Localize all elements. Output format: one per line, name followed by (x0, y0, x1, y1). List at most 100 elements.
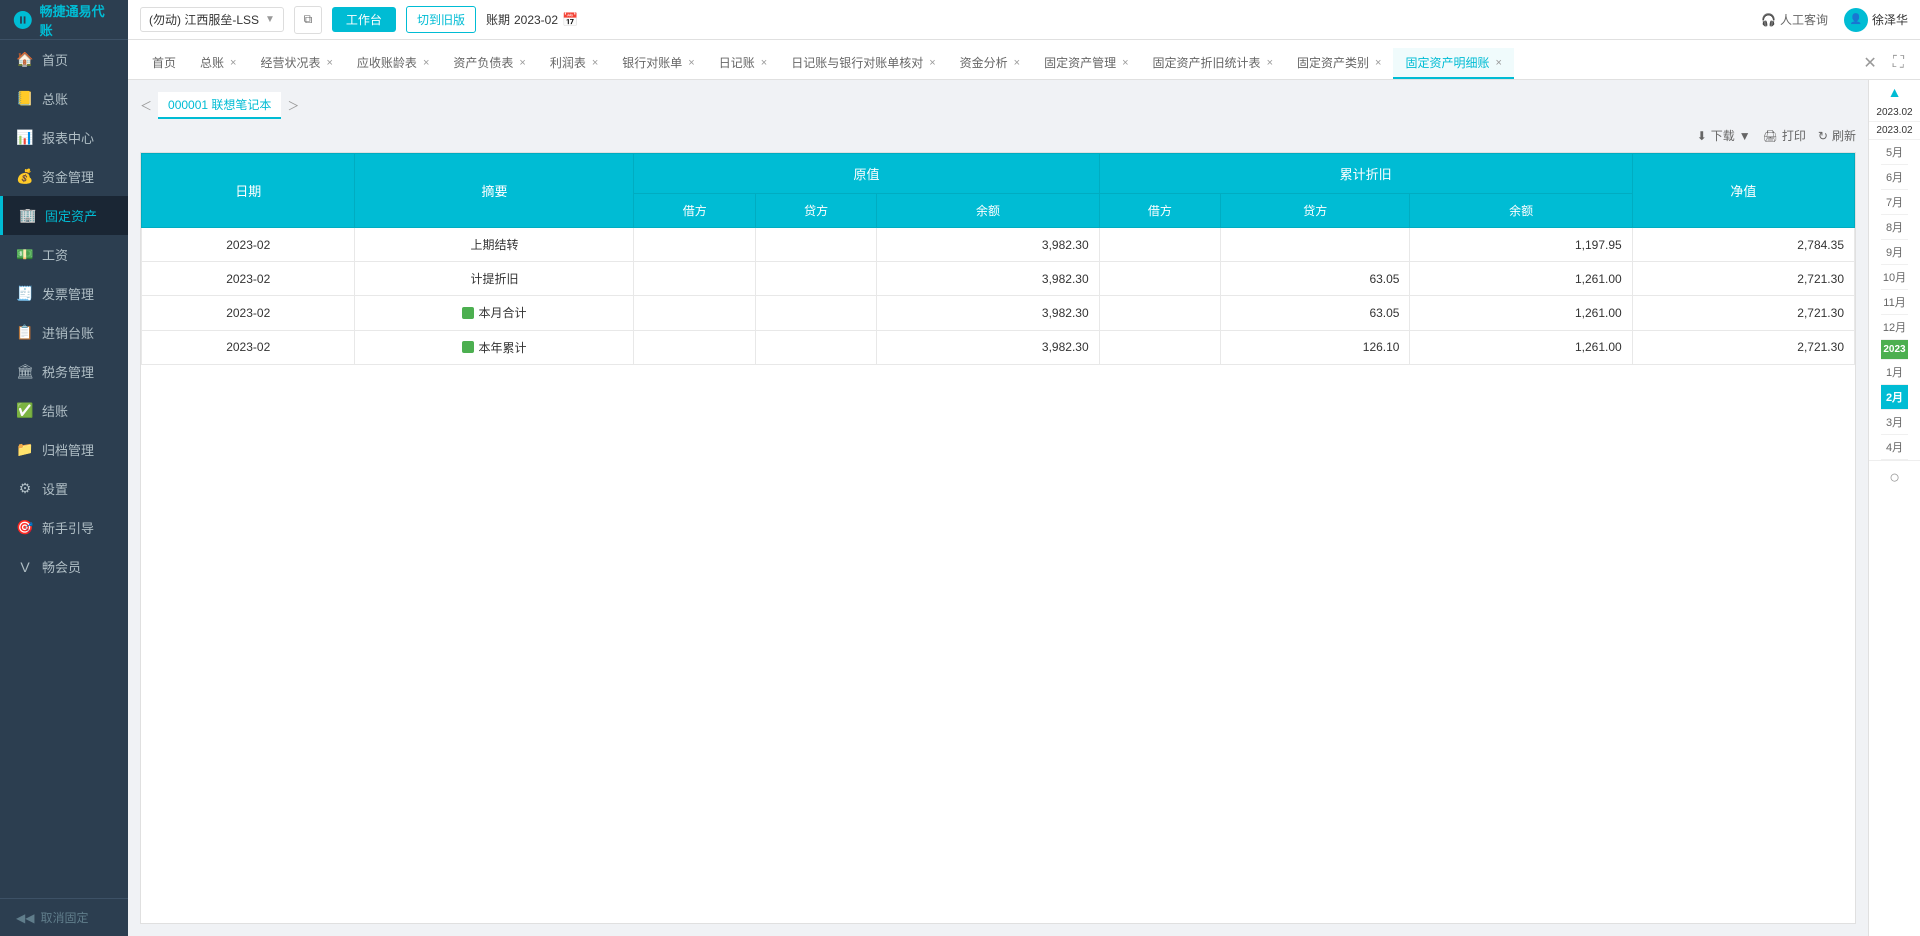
sidebar-item-工资[interactable]: 💵 工资 (0, 235, 128, 274)
tab-close-icon[interactable]: × (929, 57, 935, 69)
th-date: 日期 (142, 154, 355, 228)
tab-label: 资金分析 (960, 54, 1008, 71)
maximize-tab-icon[interactable]: ⛶ (1889, 52, 1908, 74)
timeline-month-item[interactable]: 1月 (1881, 360, 1908, 385)
sidebar-item-报表中心[interactable]: 📊 报表中心 (0, 118, 128, 157)
tab-close-icon[interactable]: × (423, 57, 429, 69)
cell-yuanzhi-balance: 3,982.30 (877, 296, 1099, 331)
download-button[interactable]: ⬇ 下载 ▼ (1697, 127, 1751, 144)
tab-close-icon[interactable]: × (1014, 57, 1020, 69)
sidebar-item-归档管理[interactable]: 📁 归档管理 (0, 430, 128, 469)
tab-首页[interactable]: 首页 (140, 48, 188, 79)
tab-资金分析[interactable]: 资金分析 × (948, 48, 1032, 79)
cell-leiji-balance: 1,261.00 (1410, 296, 1632, 331)
timeline-month-item[interactable]: 6月 (1881, 165, 1908, 190)
cell-yuanzhi-credit (755, 330, 876, 365)
tab-label: 日记账 (719, 54, 755, 71)
cell-yuanzhi-balance: 3,982.30 (877, 228, 1099, 262)
tab-经营状况表[interactable]: 经营状况表 × (248, 48, 344, 79)
timeline-month-item[interactable]: 9月 (1881, 240, 1908, 265)
print-button[interactable]: 🖨 打印 (1763, 127, 1806, 144)
sidebar-label: 畅会员 (42, 557, 81, 576)
user-name: 徐泽华 (1872, 11, 1908, 28)
tab-close-icon[interactable]: × (1495, 57, 1501, 69)
sidebar-unpin-btn[interactable]: ◀◀ 取消固定 (0, 898, 128, 936)
tab-close-icon[interactable]: × (519, 57, 525, 69)
sidebar-item-新手引导[interactable]: 🎯 新手引导 (0, 508, 128, 547)
sidebar-item-发票管理[interactable]: 🧾 发票管理 (0, 274, 128, 313)
content-area: ＜ 000001 联想笔记本 ＞ ⬇ 下载 ▼ 🖨 打印 (128, 80, 1920, 936)
tab-应收账龄表[interactable]: 应收账龄表× (345, 48, 441, 79)
sidebar-label: 设置 (42, 479, 68, 498)
timeline-month-item[interactable]: 3月 (1881, 410, 1908, 435)
tab-总账[interactable]: 总账× (188, 48, 248, 79)
sidebar-item-结账[interactable]: ✅ 结账 (0, 391, 128, 430)
timeline-up-btn[interactable]: ▲ (1869, 80, 1920, 104)
workbench-button[interactable]: 工作台 (332, 7, 396, 32)
sidebar-label: 报表中心 (42, 128, 94, 147)
copy-button[interactable]: ⧉ (294, 6, 322, 34)
th-yuanzhi: 原值 (634, 154, 1099, 194)
sidebar-item-进销台账[interactable]: 📋 进销台账 (0, 313, 128, 352)
switch-version-button[interactable]: 切到旧版 (406, 6, 476, 33)
tab-固定资产明细账[interactable]: 固定资产明细账 × (1393, 48, 1513, 79)
sidebar-item-税务管理[interactable]: 🏛 税务管理 (0, 352, 128, 391)
th-yuanzhi-balance: 余额 (877, 194, 1099, 228)
timeline-month-item[interactable]: 10月 (1881, 265, 1908, 290)
download-arrow-icon: ▼ (1739, 129, 1751, 143)
tab-资产负债表[interactable]: 资产负债表× (441, 48, 537, 79)
print-label: 打印 (1782, 127, 1806, 144)
asset-name-tab[interactable]: 000001 联想笔记本 (158, 92, 281, 119)
timeline-year-label: 2023 (1881, 340, 1908, 360)
tab-固定资产管理[interactable]: 固定资产管理× (1032, 48, 1140, 79)
close-tab-icon[interactable]: ✕ (1859, 51, 1880, 75)
timeline-month-item[interactable]: 12月 (1881, 315, 1908, 340)
tab-日记账与银行对账单核对[interactable]: 日记账与银行对账单核对× (779, 48, 947, 79)
tab-close-icon[interactable]: × (230, 57, 236, 69)
timeline-down-btn[interactable]: ○ (1869, 460, 1920, 494)
cell-date: 2023-02 (142, 296, 355, 331)
tab-close-icon[interactable]: × (1375, 57, 1381, 69)
tab-label: 固定资产明细账 (1405, 54, 1489, 71)
timeline-month-active[interactable]: 2月 (1881, 385, 1908, 410)
refresh-button[interactable]: ↻ 刷新 (1818, 127, 1856, 144)
sidebar-item-设置[interactable]: ⚙ 设置 (0, 469, 128, 508)
user-menu[interactable]: 👤 徐泽华 (1844, 8, 1908, 32)
timeline-month-item[interactable]: 11月 (1881, 290, 1908, 315)
sidebar-item-总账[interactable]: 📒 总账 (0, 79, 128, 118)
service-button[interactable]: 🎧 人工客询 (1761, 11, 1828, 28)
tab-close-icon[interactable]: × (688, 57, 694, 69)
cell-leiji-debit (1099, 330, 1220, 365)
company-selector[interactable]: (勿动) 江西服垒-LSS ▼ (140, 7, 284, 32)
cell-net-value: 2,721.30 (1632, 330, 1854, 365)
cell-leiji-credit: 126.10 (1221, 330, 1410, 365)
nav-prev-icon[interactable]: ＜ (140, 97, 152, 114)
tab-固定资产折旧统计表[interactable]: 固定资产折旧统计表× (1141, 48, 1285, 79)
timeline-month-item[interactable]: 7月 (1881, 190, 1908, 215)
sidebar-icon: 💰 (16, 168, 34, 185)
sidebar-label: 固定资产 (45, 206, 97, 225)
tab-close-icon[interactable]: × (592, 57, 598, 69)
tab-close-icon[interactable]: × (1267, 57, 1273, 69)
th-yuanzhi-credit: 贷方 (755, 194, 876, 228)
sidebar-item-首页[interactable]: 🏠 首页 (0, 40, 128, 79)
sidebar-item-资金管理[interactable]: 💰 资金管理 (0, 157, 128, 196)
timeline-month-item[interactable]: 4月 (1881, 435, 1908, 460)
tab-日记账[interactable]: 日记账 × (707, 48, 779, 79)
timeline-month-item[interactable]: 5月 (1881, 140, 1908, 165)
calendar-icon[interactable]: 📅 (562, 12, 578, 28)
timeline-month-item[interactable]: 8月 (1881, 215, 1908, 240)
tab-close-icon[interactable]: × (326, 57, 332, 69)
logo-icon (12, 9, 34, 31)
sidebar-icon: V (16, 559, 34, 575)
nav-next-icon[interactable]: ＞ (287, 97, 299, 114)
tab-银行对账单[interactable]: 银行对账单× (610, 48, 706, 79)
tab-label: 经营状况表 (260, 54, 320, 71)
tab-利润表[interactable]: 利润表× (538, 48, 610, 79)
sidebar-item-固定资产[interactable]: 🏢 固定资产 (0, 196, 128, 235)
sidebar-item-畅会员[interactable]: V 畅会员 (0, 547, 128, 586)
tab-label: 首页 (152, 54, 176, 71)
tab-close-icon[interactable]: × (1122, 57, 1128, 69)
tab-固定资产类别[interactable]: 固定资产类别× (1285, 48, 1393, 79)
tab-close-icon[interactable]: × (761, 57, 767, 69)
